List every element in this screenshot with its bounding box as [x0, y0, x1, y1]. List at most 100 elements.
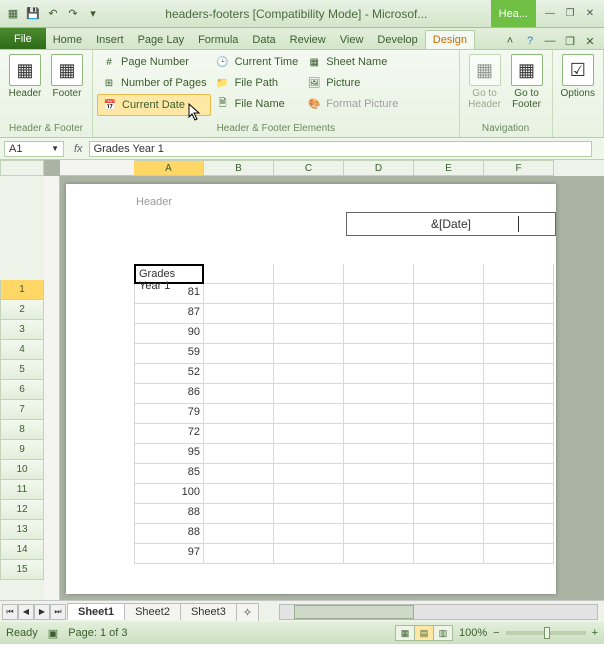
cell[interactable] [274, 524, 344, 544]
cell[interactable] [204, 444, 274, 464]
excel-icon[interactable]: ▦ [4, 5, 22, 23]
number-of-pages-button[interactable]: ⊞Number of Pages [97, 73, 211, 93]
restore-button[interactable]: ❐ [562, 6, 578, 22]
cell[interactable] [414, 524, 484, 544]
cell[interactable] [344, 364, 414, 384]
cell[interactable]: 87 [134, 304, 204, 324]
row-header-4[interactable]: 4 [0, 340, 44, 360]
page-number-button[interactable]: #Page Number [97, 52, 211, 72]
cell[interactable] [484, 304, 554, 324]
cell[interactable] [344, 304, 414, 324]
cell[interactable] [484, 504, 554, 524]
tab-page-layout[interactable]: Page Lay [131, 31, 191, 49]
cell[interactable] [274, 504, 344, 524]
cell[interactable] [484, 324, 554, 344]
file-name-button[interactable]: 🗎File Name [211, 94, 303, 114]
cell[interactable] [414, 324, 484, 344]
doc-restore-icon[interactable]: ❐ [562, 33, 578, 49]
cell[interactable]: 90 [134, 324, 204, 344]
sheet-tab-2[interactable]: Sheet2 [124, 603, 181, 620]
current-date-button[interactable]: 📅Current Date [97, 94, 211, 116]
cell[interactable] [274, 344, 344, 364]
cell[interactable] [204, 324, 274, 344]
cell[interactable] [204, 264, 274, 284]
tab-nav-prev[interactable]: ◀ [18, 604, 34, 620]
cell[interactable] [274, 264, 344, 284]
zoom-slider[interactable] [506, 631, 586, 635]
cell[interactable] [484, 344, 554, 364]
goto-footer-button[interactable]: ▦ Go to Footer [506, 52, 548, 112]
select-all-corner[interactable] [0, 160, 44, 176]
cell[interactable] [414, 544, 484, 564]
col-header-d[interactable]: D [344, 160, 414, 176]
view-normal-button[interactable]: ▦ [395, 625, 415, 641]
cell[interactable] [414, 444, 484, 464]
qat-customize-icon[interactable]: ▾ [84, 5, 102, 23]
zoom-in-button[interactable]: + [592, 627, 598, 639]
cell[interactable] [414, 304, 484, 324]
new-sheet-button[interactable]: ✧ [236, 603, 259, 621]
cell[interactable] [344, 464, 414, 484]
minimize-button[interactable]: — [542, 6, 558, 22]
row-header-14[interactable]: 14 [0, 540, 44, 560]
cell[interactable] [204, 544, 274, 564]
cell[interactable] [274, 384, 344, 404]
row-header-3[interactable]: 3 [0, 320, 44, 340]
zoom-level[interactable]: 100% [459, 627, 487, 639]
cell[interactable] [274, 284, 344, 304]
cell[interactable] [204, 364, 274, 384]
footer-button[interactable]: ▦ Footer [46, 52, 88, 101]
cell[interactable] [344, 384, 414, 404]
format-picture-button[interactable]: 🎨Format Picture [302, 94, 402, 114]
zoom-out-button[interactable]: − [493, 627, 499, 639]
cell[interactable] [344, 484, 414, 504]
fx-label[interactable]: fx [68, 143, 89, 155]
col-header-f[interactable]: F [484, 160, 554, 176]
sheet-tab-1[interactable]: Sheet1 [67, 603, 125, 620]
cell[interactable] [414, 504, 484, 524]
macro-record-icon[interactable]: ▣ [48, 627, 58, 640]
tab-developer[interactable]: Develop [370, 31, 424, 49]
tab-nav-next[interactable]: ▶ [34, 604, 50, 620]
cell[interactable] [274, 424, 344, 444]
cell[interactable] [204, 524, 274, 544]
options-button[interactable]: ☑ Options [557, 52, 599, 101]
cell[interactable] [344, 424, 414, 444]
view-page-layout-button[interactable]: ▤ [414, 625, 434, 641]
sheet-name-button[interactable]: ▦Sheet Name [302, 52, 402, 72]
row-header-9[interactable]: 9 [0, 440, 44, 460]
col-header-e[interactable]: E [414, 160, 484, 176]
cell[interactable] [204, 384, 274, 404]
cell[interactable] [414, 364, 484, 384]
redo-icon[interactable]: ↷ [64, 5, 82, 23]
cell[interactable] [344, 524, 414, 544]
cell[interactable] [484, 484, 554, 504]
formula-input[interactable]: Grades Year 1 [89, 141, 592, 157]
cell[interactable] [274, 444, 344, 464]
row-header-5[interactable]: 5 [0, 360, 44, 380]
cell[interactable] [484, 384, 554, 404]
sheet-tab-3[interactable]: Sheet3 [180, 603, 237, 620]
cell[interactable] [484, 424, 554, 444]
cell[interactable]: 52 [134, 364, 204, 384]
col-header-b[interactable]: B [204, 160, 274, 176]
row-header-6[interactable]: 6 [0, 380, 44, 400]
tab-insert[interactable]: Insert [89, 31, 131, 49]
col-header-c[interactable]: C [274, 160, 344, 176]
cell[interactable] [414, 464, 484, 484]
header-right-box[interactable]: &[Date] [346, 212, 556, 236]
save-icon[interactable]: 💾 [24, 5, 42, 23]
row-header-1[interactable]: 1 [0, 280, 44, 300]
help-icon[interactable]: ? [522, 33, 538, 49]
cell[interactable] [484, 444, 554, 464]
cell[interactable]: 88 [134, 524, 204, 544]
cell[interactable] [344, 284, 414, 304]
cell[interactable] [344, 404, 414, 424]
file-path-button[interactable]: 📁File Path [211, 73, 303, 93]
tab-formulas[interactable]: Formula [191, 31, 245, 49]
cell[interactable] [204, 484, 274, 504]
file-tab[interactable]: File [0, 28, 46, 49]
undo-icon[interactable]: ↶ [44, 5, 62, 23]
row-header-7[interactable]: 7 [0, 400, 44, 420]
cell[interactable] [414, 424, 484, 444]
